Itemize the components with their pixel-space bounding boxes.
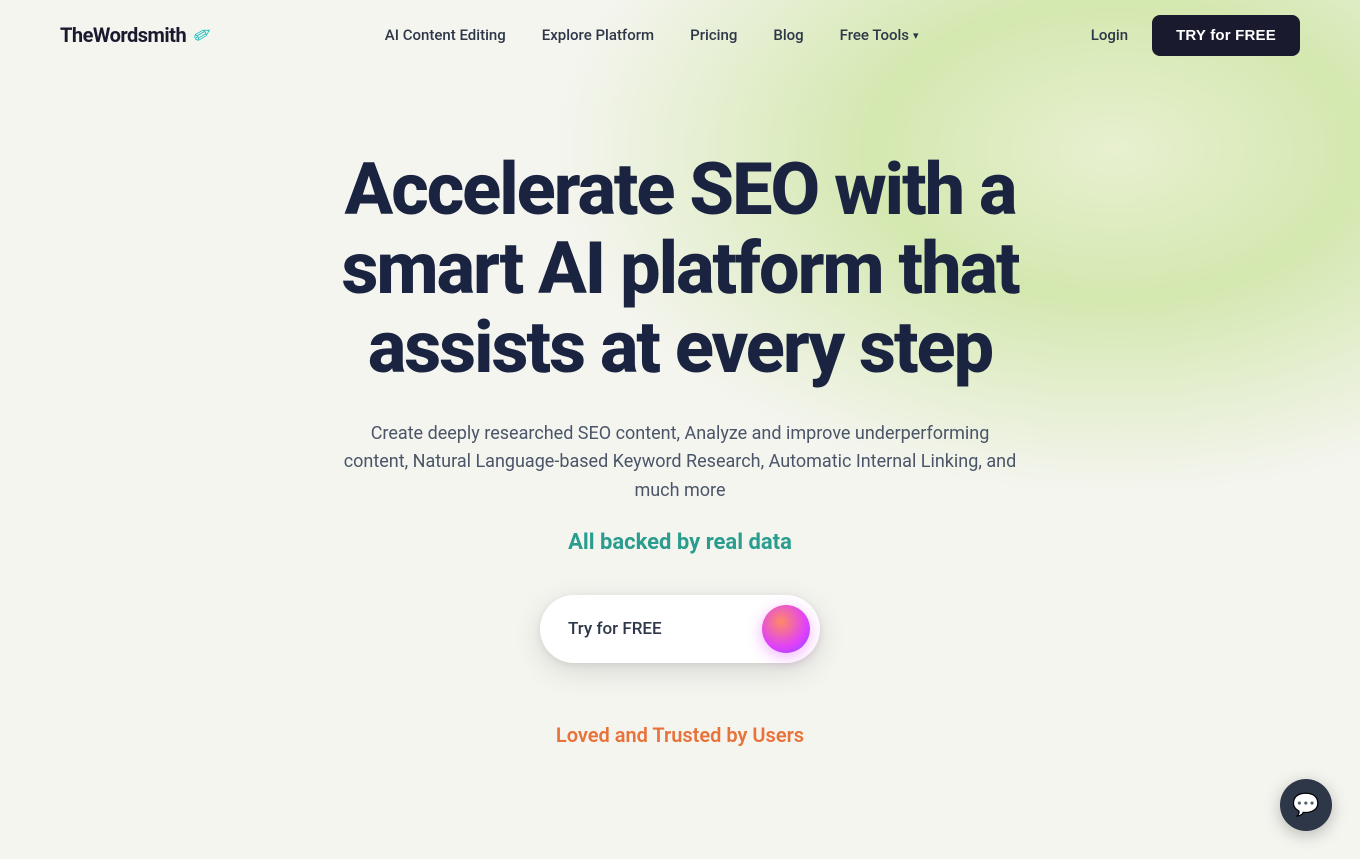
try-pill-orb [762,605,810,653]
try-pill-label: Try for FREE [568,619,662,639]
chat-bubble-button[interactable]: 💬 [1280,779,1332,831]
logo[interactable]: TheWordsmith ✏ [60,23,213,48]
loved-trusted-text: Loved and Trusted by Users [556,723,804,747]
hero-backed-text: All backed by real data [568,530,792,555]
navbar: TheWordsmith ✏ AI Content Editing Explor… [0,0,1360,70]
try-free-nav-button[interactable]: TRY for FREE [1152,15,1300,56]
try-free-pill-button[interactable]: Try for FREE [540,595,820,663]
nav-item-ai-content-editing[interactable]: AI Content Editing [385,26,506,44]
logo-icon: ✏ [189,20,217,51]
nav-item-explore-platform[interactable]: Explore Platform [542,26,654,44]
login-link[interactable]: Login [1091,26,1128,44]
nav-item-free-tools[interactable]: Free Tools ▾ [840,26,919,44]
nav-item-blog[interactable]: Blog [773,26,803,44]
nav-right: Login TRY for FREE [1091,15,1300,56]
hero-title: Accelerate SEO with a smart AI platform … [280,150,1080,388]
chat-icon: 💬 [1292,793,1319,818]
logo-text: TheWordsmith [60,23,186,47]
nav-item-pricing[interactable]: Pricing [690,26,737,44]
hero-subtitle: Create deeply researched SEO content, An… [340,420,1020,506]
nav-links: AI Content Editing Explore Platform Pric… [385,26,919,44]
hero-section: Accelerate SEO with a smart AI platform … [0,70,1360,787]
chevron-down-icon: ▾ [913,29,919,42]
